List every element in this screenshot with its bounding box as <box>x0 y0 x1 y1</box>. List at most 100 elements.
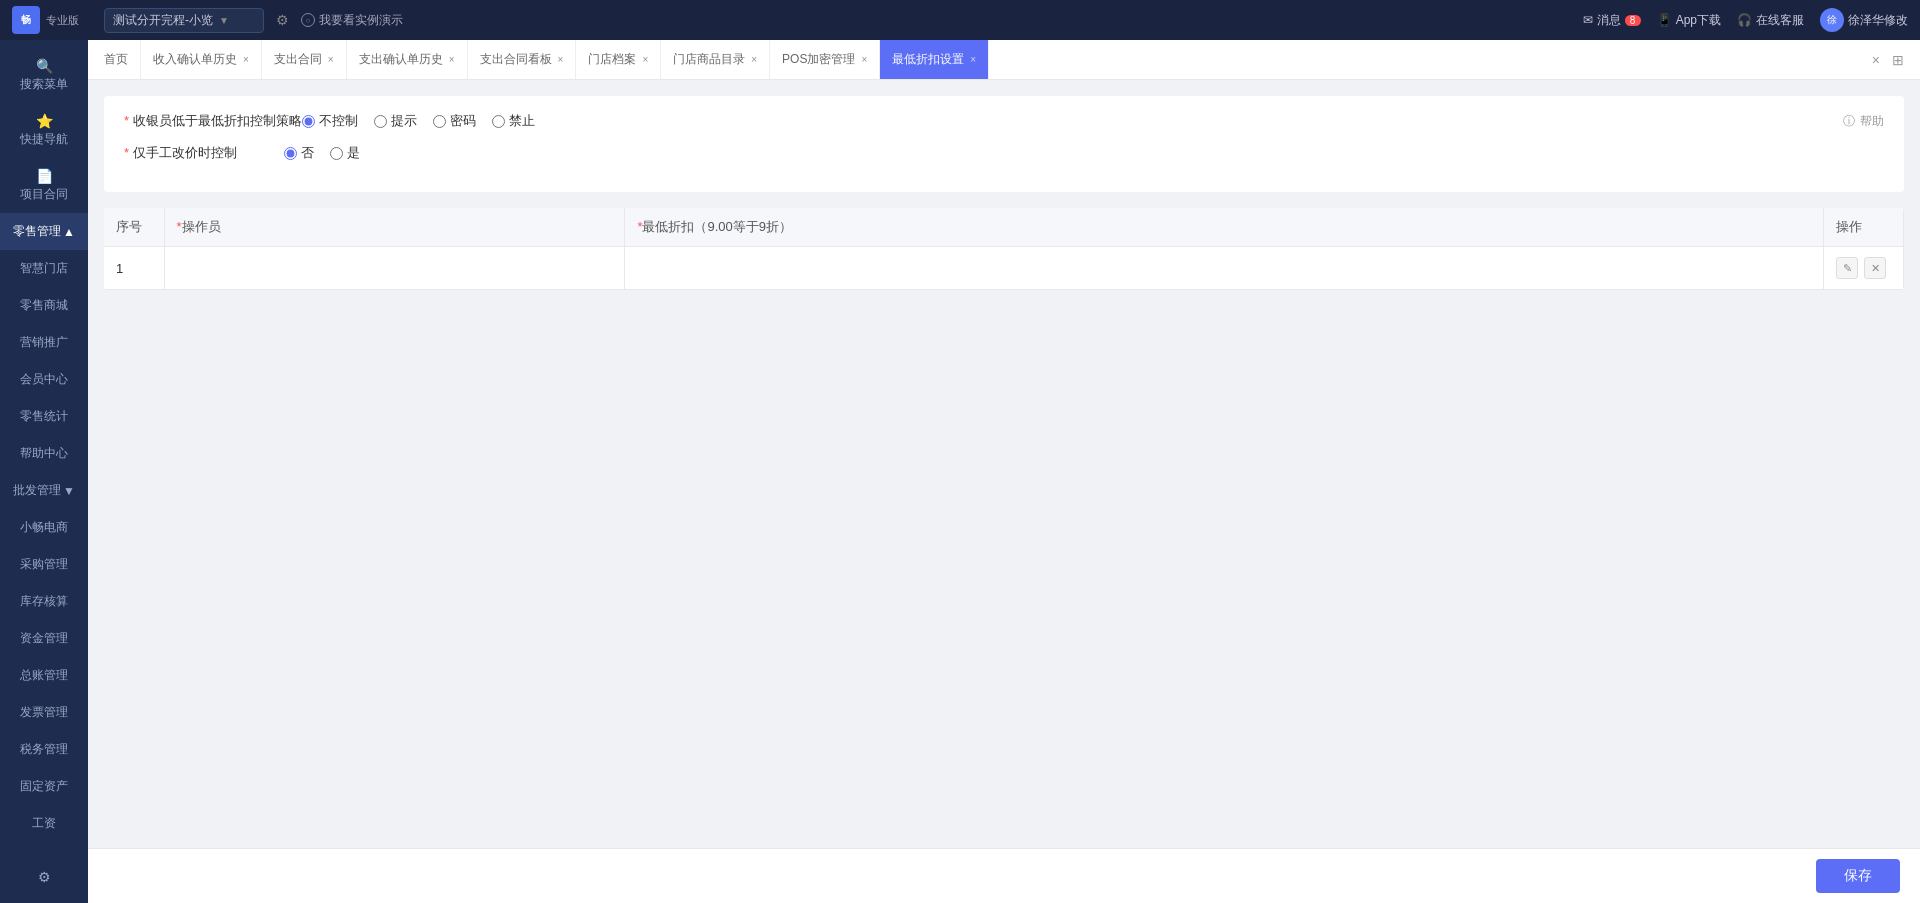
manual-control-row: * 仅手工改价时控制 否 是 <box>124 144 1884 162</box>
sidebar-item-label: 零售统计 <box>4 408 84 425</box>
tab-close-icon[interactable]: × <box>243 54 249 65</box>
tab-min-discount[interactable]: 最低折扣设置 × <box>880 40 989 80</box>
top-bar: 畅 专业版 测试分开完程-小览 ▼ ⚙ ○ 我要看实例演示 ✉ 消息 8 📱 A… <box>0 0 1920 40</box>
cell-seq: 1 <box>104 247 164 290</box>
radio-remind[interactable]: 提示 <box>374 112 417 130</box>
radio-forbidden[interactable]: 禁止 <box>492 112 535 130</box>
radio-no-control[interactable]: 不控制 <box>302 112 358 130</box>
project-name: 测试分开完程-小览 <box>113 12 213 29</box>
sidebar-item-inventory[interactable]: 库存核算 <box>0 583 88 620</box>
user-item[interactable]: 徐 徐泽华修改 <box>1820 8 1908 32</box>
th-seq: 序号 <box>104 208 164 247</box>
demo-link-text: 我要看实例演示 <box>319 12 403 29</box>
tab-close-icon[interactable]: × <box>558 54 564 65</box>
tab-expand-btn[interactable]: ⊞ <box>1888 50 1908 70</box>
download-icon: 📱 <box>1657 13 1672 27</box>
help-icon[interactable]: ⓘ 帮助 <box>1841 113 1884 130</box>
sidebar-item-marketing[interactable]: 营销推广 <box>0 324 88 361</box>
sidebar-item-finance[interactable]: 资金管理 <box>0 620 88 657</box>
manual-control-label: * 仅手工改价时控制 <box>124 144 284 162</box>
sidebar-item-retail[interactable]: 零售管理 ▲ <box>0 213 88 250</box>
sidebar-item-search[interactable]: 🔍 搜索菜单 <box>0 48 88 103</box>
table-header-row: 序号 *操作员 *最低折扣（9.00等于9折） 操作 <box>104 208 1904 247</box>
sidebar-settings-btn[interactable]: ⚙ <box>28 859 61 895</box>
project-selector[interactable]: 测试分开完程-小览 ▼ <box>104 8 264 33</box>
sidebar-item-assets[interactable]: 固定资产 <box>0 768 88 805</box>
messages-badge: 8 <box>1625 15 1641 26</box>
sidebar-item-label: 资金管理 <box>4 630 84 647</box>
tab-expense-history[interactable]: 支出确认单历史 × <box>347 40 468 80</box>
tab-close-active-icon[interactable]: × <box>970 54 976 65</box>
tab-close-icon[interactable]: × <box>751 54 757 65</box>
sidebar-item-label: 库存核算 <box>4 593 84 610</box>
th-discount: *最低折扣（9.00等于9折） <box>625 208 1824 247</box>
sidebar-item-help[interactable]: 帮助中心 <box>0 435 88 472</box>
sidebar-item-retail-stats[interactable]: 零售统计 <box>0 398 88 435</box>
sidebar-item-label: 快捷导航 <box>4 131 84 148</box>
settings-card: * 收银员低于最低折扣控制策略 不控制 提示 <box>104 96 1904 192</box>
tab-close-icon[interactable]: × <box>861 54 867 65</box>
sidebar-item-nav[interactable]: ⭐ 快捷导航 <box>0 103 88 158</box>
sidebar-item-member[interactable]: 会员中心 <box>0 361 88 398</box>
sidebar-item-contract[interactable]: 📄 项目合同 <box>0 158 88 213</box>
radio-yes[interactable]: 是 <box>330 144 360 162</box>
online-service-item[interactable]: 🎧 在线客服 <box>1737 12 1804 29</box>
messages-label: 消息 <box>1597 12 1621 29</box>
edit-row-btn[interactable]: ✎ <box>1836 257 1858 279</box>
user-avatar: 徐 <box>1820 8 1844 32</box>
tab-store-products[interactable]: 门店商品目录 × <box>661 40 770 80</box>
chevron-up-icon: ▲ <box>63 225 75 239</box>
radio-no[interactable]: 否 <box>284 144 314 162</box>
question-icon: ⓘ <box>1843 114 1855 128</box>
sidebar-item-label: 会员中心 <box>4 371 84 388</box>
tab-close-icon[interactable]: × <box>328 54 334 65</box>
tab-expense-board[interactable]: 支出合同看板 × <box>468 40 577 80</box>
discount-policy-radios: 不控制 提示 密码 禁止 <box>302 112 535 130</box>
tab-home[interactable]: 首页 <box>92 40 141 80</box>
tab-close-icon[interactable]: × <box>449 54 455 65</box>
sidebar-item-salary[interactable]: 工资 <box>0 805 88 842</box>
discount-policy-label: * 收银员低于最低折扣控制策略 <box>124 112 302 130</box>
sidebar-item-tax[interactable]: 税务管理 <box>0 731 88 768</box>
sidebar-item-label: 零售管理 <box>13 223 61 240</box>
chevron-down-icon: ▼ <box>63 484 75 498</box>
app-download-label: App下载 <box>1676 12 1721 29</box>
table-container: 序号 *操作员 *最低折扣（9.00等于9折） 操作 1 <box>104 208 1904 290</box>
cell-operator <box>164 247 625 290</box>
tab-close-all-btn[interactable]: × <box>1868 50 1884 70</box>
tab-bar: 首页 收入确认单历史 × 支出合同 × 支出确认单历史 × 支出合同看板 × 门… <box>88 40 1920 80</box>
messages-item[interactable]: ✉ 消息 8 <box>1583 12 1641 29</box>
sidebar-item-ecommerce[interactable]: 小畅电商 <box>0 509 88 546</box>
sidebar-item-label: 营销推广 <box>4 334 84 351</box>
sidebar-item-label: 零售商城 <box>4 297 84 314</box>
sidebar-item-online-store[interactable]: 零售商城 <box>0 287 88 324</box>
nav-icon: ⭐ <box>4 113 84 129</box>
tab-income-history[interactable]: 收入确认单历史 × <box>141 40 262 80</box>
page-footer: 保存 <box>88 848 1920 903</box>
sidebar-item-wholesale[interactable]: 批发管理 ▼ <box>0 472 88 509</box>
sidebar-item-label: 搜索菜单 <box>4 76 84 93</box>
settings-icon[interactable]: ⚙ <box>276 12 289 28</box>
user-name: 徐泽华修改 <box>1848 12 1908 29</box>
demo-link[interactable]: ○ 我要看实例演示 <box>301 12 403 29</box>
sidebar-item-label: 税务管理 <box>4 741 84 758</box>
tab-expense-contract[interactable]: 支出合同 × <box>262 40 347 80</box>
sidebar-item-smart-store[interactable]: 智慧门店 <box>0 250 88 287</box>
sidebar-item-purchase[interactable]: 采购管理 <box>0 546 88 583</box>
app-download-item[interactable]: 📱 App下载 <box>1657 12 1721 29</box>
radio-password[interactable]: 密码 <box>433 112 476 130</box>
contract-icon: 📄 <box>4 168 84 184</box>
sidebar-item-invoice[interactable]: 发票管理 <box>0 694 88 731</box>
cell-action: ✎ ✕ <box>1824 247 1904 290</box>
tab-bar-actions: × ⊞ <box>1860 50 1916 70</box>
sidebar-item-ledger[interactable]: 总账管理 <box>0 657 88 694</box>
delete-row-btn[interactable]: ✕ <box>1864 257 1886 279</box>
main-layout: 🔍 搜索菜单 ⭐ 快捷导航 📄 项目合同 零售管理 ▲ 智慧门店 零售商城 营销… <box>0 40 1920 903</box>
tab-close-icon[interactable]: × <box>642 54 648 65</box>
tab-store-archive[interactable]: 门店档案 × <box>576 40 661 80</box>
tab-pos-password[interactable]: POS加密管理 × <box>770 40 880 80</box>
save-button[interactable]: 保存 <box>1816 859 1900 893</box>
sidebar-item-label: 项目合同 <box>4 186 84 203</box>
sidebar-item-label: 小畅电商 <box>4 519 84 536</box>
action-buttons: ✎ ✕ <box>1836 257 1891 279</box>
